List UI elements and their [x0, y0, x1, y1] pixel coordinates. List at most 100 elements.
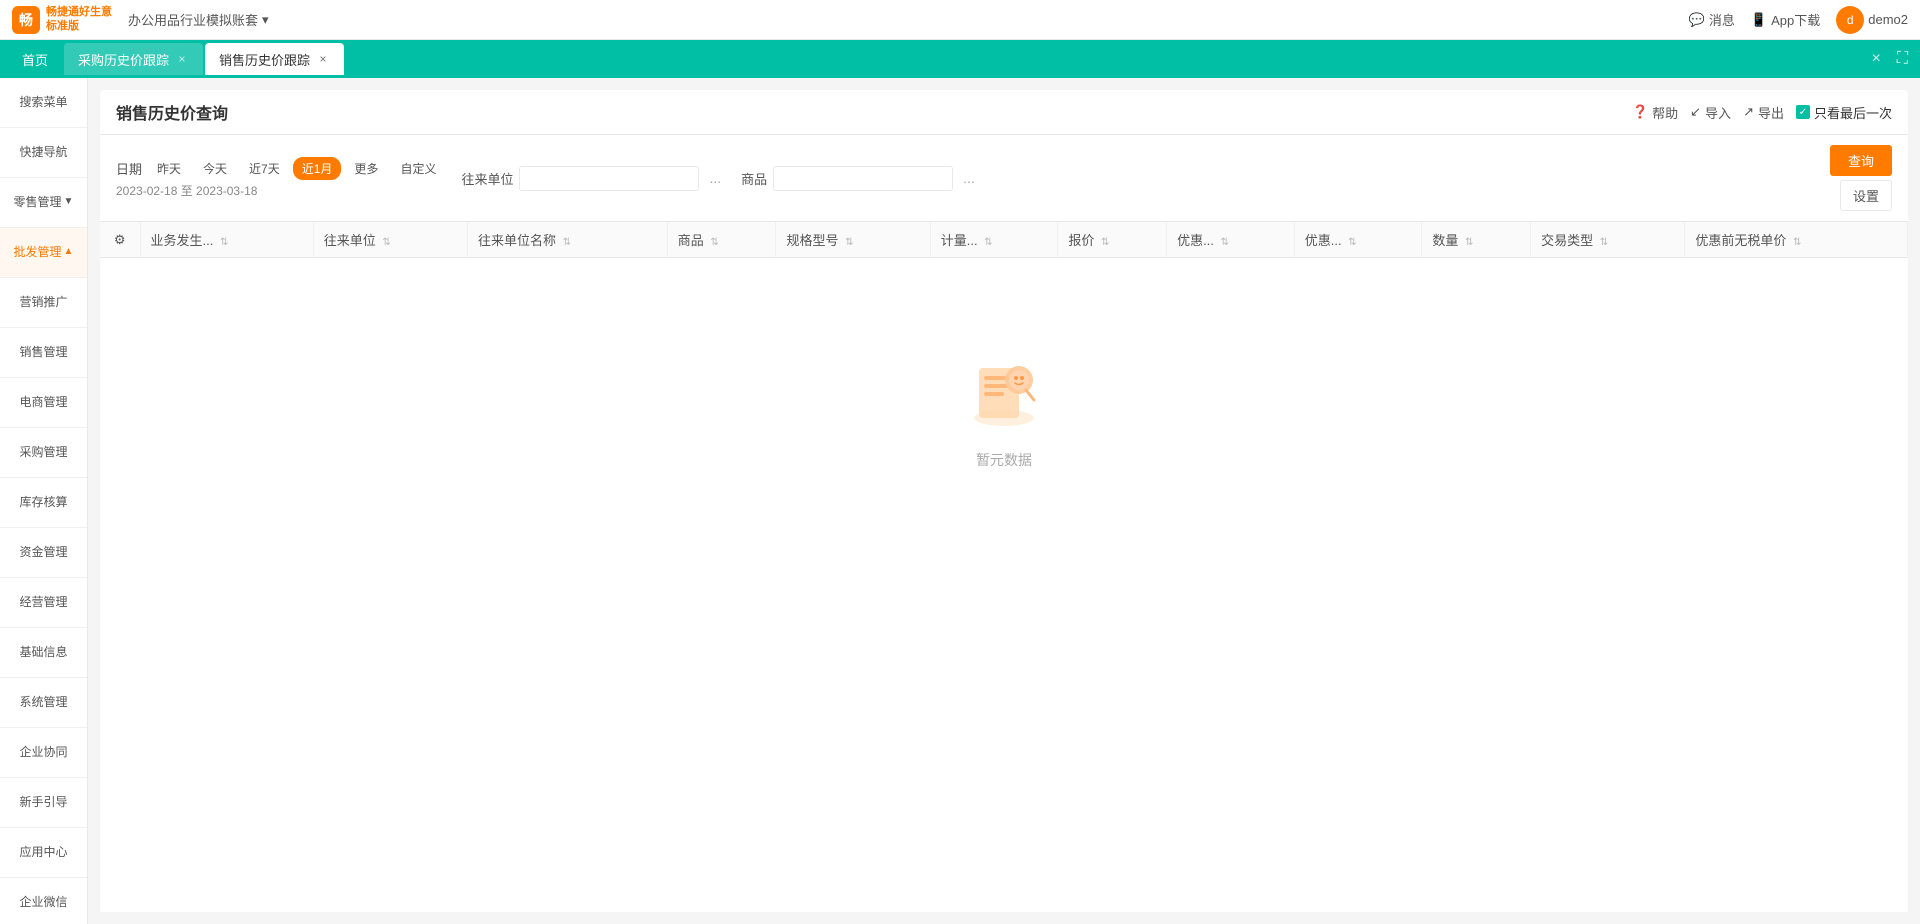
sort-icon-pretax-price: ⇅	[1793, 237, 1801, 248]
sort-icon-quantity: ⇅	[1465, 237, 1473, 248]
sidebar-item-ecommerce[interactable]: 电商管理	[0, 378, 87, 428]
dropdown-icon: ▾	[262, 12, 269, 28]
maximize-button[interactable]: ⛶	[1893, 46, 1912, 72]
sidebar-item-sales-mgmt[interactable]: 销售管理	[0, 328, 87, 378]
col-spec[interactable]: 规格型号 ⇅	[776, 222, 930, 258]
col-business-date[interactable]: 业务发生... ⇅	[140, 222, 313, 258]
tab-sales-close[interactable]: ×	[316, 52, 330, 66]
only-last-checkbox[interactable]: ✓	[1796, 105, 1810, 119]
inventory-label: 库存核算	[19, 494, 67, 511]
export-button[interactable]: ↗ 导出	[1743, 103, 1784, 122]
import-button[interactable]: ↙ 导入	[1690, 103, 1731, 122]
app-download-button[interactable]: 📱 App下载	[1751, 10, 1820, 29]
date-btn-last7[interactable]: 近7天	[240, 157, 289, 180]
date-btn-last1month[interactable]: 近1月	[293, 157, 342, 180]
tab-purchase-label: 采购历史价跟踪	[78, 50, 169, 69]
wechat-label: 企业微信	[19, 894, 67, 911]
product-filter-group: 商品 ...	[741, 166, 979, 191]
sidebar-item-shortcut[interactable]: 快捷导航	[0, 128, 87, 178]
top-bar-right: 💬 消息 📱 App下载 d demo2	[1689, 6, 1908, 34]
query-actions: 查询 设置	[1830, 145, 1892, 211]
search-menu-label: 搜索菜单	[19, 94, 67, 111]
date-options: 昨天 今天 近7天 近1月 更多 自定义	[148, 157, 445, 180]
settings-button[interactable]: 设置	[1840, 180, 1892, 211]
tab-purchase-history[interactable]: 采购历史价跟踪 ×	[64, 43, 203, 75]
date-btn-custom[interactable]: 自定义	[391, 157, 445, 180]
sidebar-item-inventory[interactable]: 库存核算	[0, 478, 87, 528]
logo-text: 畅捷通好生意 标准版	[46, 6, 112, 32]
col-discount2[interactable]: 优惠... ⇅	[1294, 222, 1422, 258]
tab-bar-actions: × ⛶	[1867, 46, 1912, 72]
tab-home-label: 首页	[22, 50, 48, 69]
sidebar-item-marketing[interactable]: 营销推广	[0, 278, 87, 328]
sidebar-item-operations[interactable]: 经营管理	[0, 578, 87, 628]
finance-label: 资金管理	[19, 544, 67, 561]
sidebar-item-wholesale[interactable]: 批发管理 ▲	[0, 228, 87, 278]
shortcut-label: 快捷导航	[19, 144, 67, 161]
message-button[interactable]: 💬 消息	[1689, 10, 1735, 29]
tab-purchase-close[interactable]: ×	[175, 52, 189, 66]
retail-arrow: ▼	[64, 195, 74, 209]
col-quote[interactable]: 报价 ⇅	[1058, 222, 1167, 258]
product-dots-button[interactable]: ...	[959, 168, 979, 188]
operations-label: 经营管理	[19, 594, 67, 611]
newbie-label: 新手引导	[19, 794, 67, 811]
marketing-label: 营销推广	[19, 294, 67, 311]
wholesale-label: 批发管理	[14, 244, 62, 261]
col-partner-code[interactable]: 往来单位 ⇅	[313, 222, 467, 258]
date-btn-yesterday[interactable]: 昨天	[148, 157, 190, 180]
data-table: ⚙ 业务发生... ⇅ 往来单位 ⇅ 往来单位名称 ⇅ 商品 ⇅	[100, 222, 1908, 258]
col-pretax-price[interactable]: 优惠前无税单价 ⇅	[1685, 222, 1908, 258]
help-icon: ❓	[1632, 104, 1648, 120]
phone-icon: 📱	[1751, 12, 1767, 28]
basic-label: 基础信息	[19, 644, 67, 661]
col-unit[interactable]: 计量... ⇅	[930, 222, 1058, 258]
sidebar: 搜索菜单 快捷导航 零售管理 ▼ 批发管理 ▲ 营销推广 销售管理 电商管理	[0, 78, 88, 924]
tab-sales-label: 销售历史价跟踪	[219, 50, 310, 69]
tab-sales-history[interactable]: 销售历史价跟踪 ×	[205, 43, 344, 75]
sidebar-item-wechat[interactable]: 企业微信	[0, 878, 87, 924]
col-discount1[interactable]: 优惠... ⇅	[1167, 222, 1295, 258]
logo-area: 畅 畅捷通好生意 标准版	[12, 6, 112, 34]
partner-label: 往来单位	[461, 169, 513, 188]
date-filter-group: 日期 昨天 今天 近7天 近1月 更多 自定义 2023-02-18 至 202…	[116, 157, 445, 199]
retail-label: 零售管理	[14, 194, 62, 211]
sidebar-item-retail[interactable]: 零售管理 ▼	[0, 178, 87, 228]
col-quantity[interactable]: 数量 ⇅	[1422, 222, 1531, 258]
sort-icon-partner-code: ⇅	[382, 237, 390, 248]
logo-icon: 畅	[12, 6, 40, 34]
partner-dots-button[interactable]: ...	[705, 168, 725, 188]
col-trade-type[interactable]: 交易类型 ⇅	[1531, 222, 1685, 258]
col-product[interactable]: 商品 ⇅	[667, 222, 776, 258]
query-button[interactable]: 查询	[1830, 145, 1892, 176]
tab-home[interactable]: 首页	[8, 43, 62, 75]
sidebar-item-newbie[interactable]: 新手引导	[0, 778, 87, 828]
close-window-button[interactable]: ×	[1867, 46, 1884, 72]
date-btn-more[interactable]: 更多	[345, 157, 387, 180]
sort-icon-unit: ⇅	[984, 237, 992, 248]
user-profile[interactable]: d demo2	[1836, 6, 1908, 34]
table-header-row: ⚙ 业务发生... ⇅ 往来单位 ⇅ 往来单位名称 ⇅ 商品 ⇅	[100, 222, 1908, 258]
date-btn-today[interactable]: 今天	[194, 157, 236, 180]
only-last-checkbox-label[interactable]: ✓ 只看最后一次	[1796, 103, 1892, 122]
sales-mgmt-label: 销售管理	[19, 344, 67, 361]
help-button[interactable]: ❓ 帮助	[1632, 103, 1678, 122]
sidebar-item-enterprise[interactable]: 企业协同	[0, 728, 87, 778]
sidebar-item-purchase[interactable]: 采购管理	[0, 428, 87, 478]
col-settings[interactable]: ⚙	[100, 222, 140, 258]
col-partner-name[interactable]: 往来单位名称 ⇅	[467, 222, 667, 258]
product-input[interactable]	[773, 166, 953, 191]
sidebar-item-search[interactable]: 搜索菜单	[0, 78, 87, 128]
product-label: 商品	[741, 169, 767, 188]
sidebar-item-finance[interactable]: 资金管理	[0, 528, 87, 578]
gear-icon: ⚙	[114, 232, 126, 247]
sidebar-item-basic[interactable]: 基础信息	[0, 628, 87, 678]
system-label: 系统管理	[19, 694, 67, 711]
partner-input[interactable]	[519, 166, 699, 191]
sidebar-item-system[interactable]: 系统管理	[0, 678, 87, 728]
sidebar-item-appcenter[interactable]: 应用中心	[0, 828, 87, 878]
sort-icon-discount1: ⇅	[1221, 237, 1229, 248]
filter-area: 日期 昨天 今天 近7天 近1月 更多 自定义 2023-02-18 至 202…	[100, 135, 1908, 222]
sort-icon-quote: ⇅	[1101, 237, 1109, 248]
app-selector[interactable]: 办公用品行业模拟账套 ▾	[120, 6, 277, 33]
